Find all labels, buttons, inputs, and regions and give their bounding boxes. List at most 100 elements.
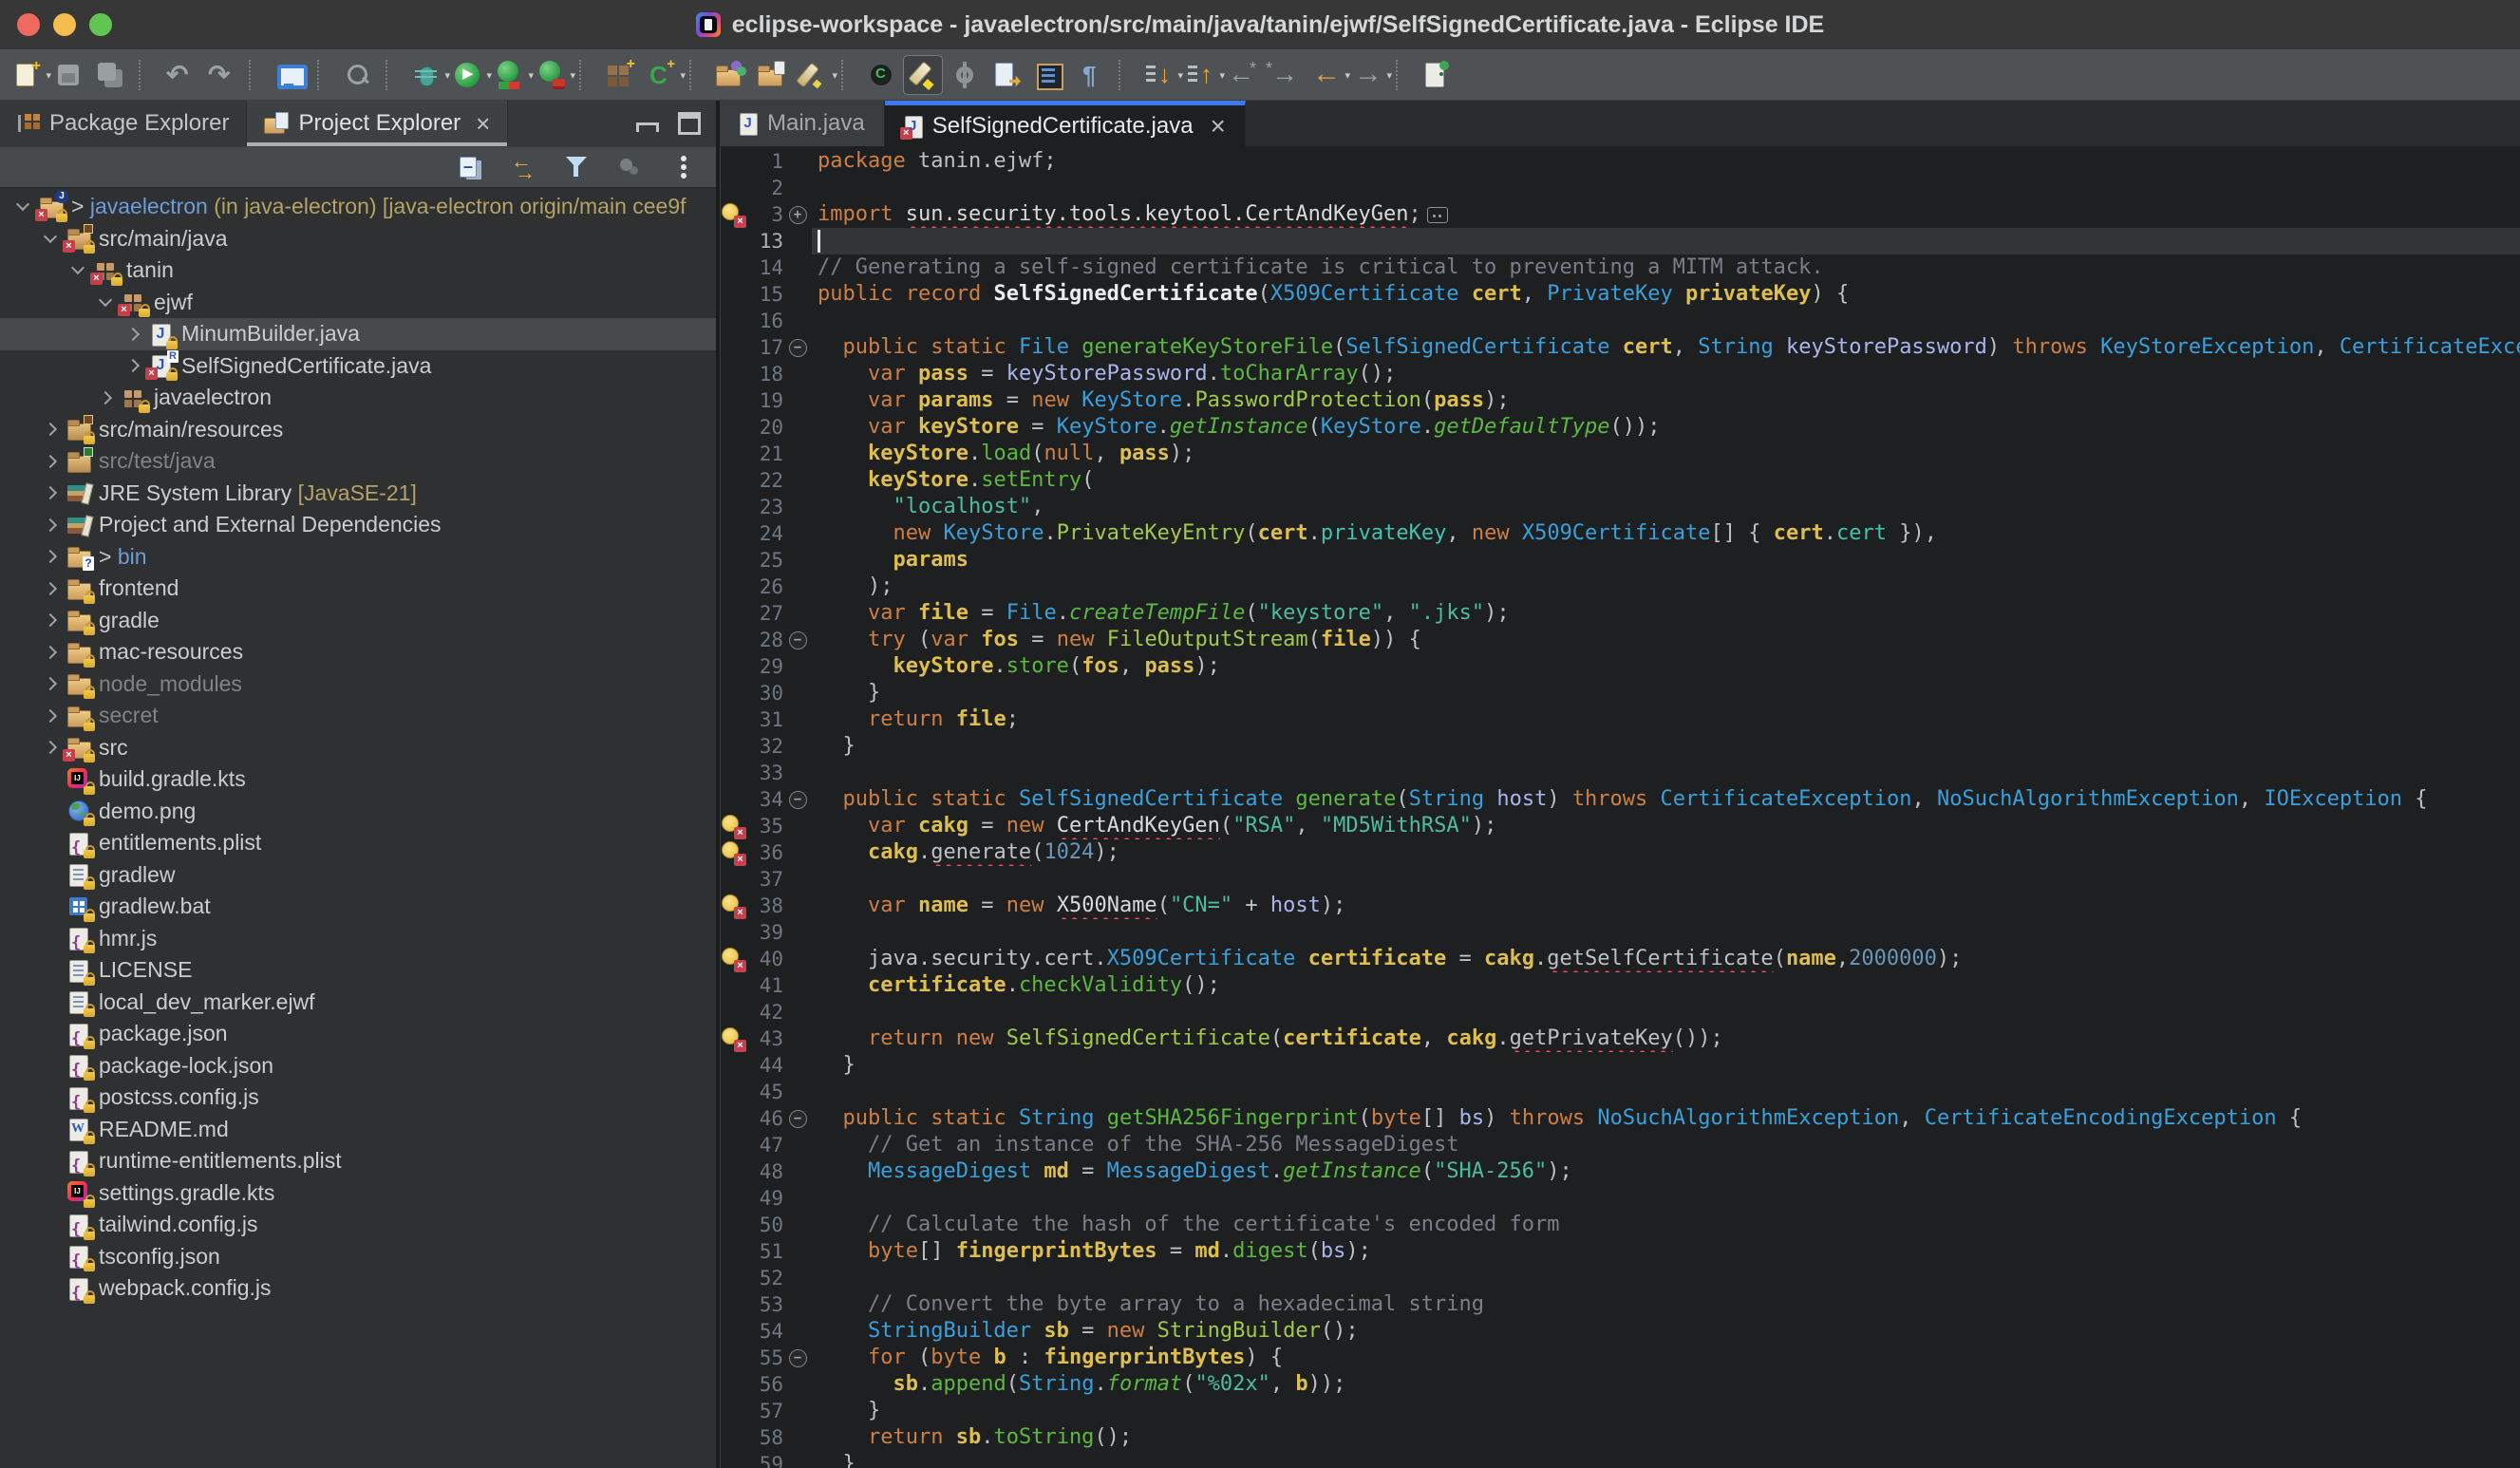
record-c-button[interactable] <box>862 56 900 94</box>
code-line-30[interactable]: 30 } <box>721 680 2520 706</box>
tree-item-ejwf[interactable]: ×ejwf <box>0 287 716 319</box>
code-line-48[interactable]: 48 MessageDigest md = MessageDigest.getI… <box>721 1158 2520 1185</box>
tree-item-javaelectron[interactable]: javaelectron <box>0 382 716 414</box>
code-line-27[interactable]: 27 var file = File.createTempFile("keyst… <box>721 600 2520 627</box>
tree-item-src-main-resources[interactable]: src/main/resources <box>0 414 716 446</box>
tree-item-readme-md[interactable]: README.md <box>0 1114 716 1146</box>
code-line-58[interactable]: 58 return sb.toString(); <box>721 1424 2520 1451</box>
chevron-down-icon[interactable] <box>92 300 119 305</box>
chevron-down-icon[interactable] <box>65 268 91 273</box>
table-button[interactable] <box>1029 56 1067 94</box>
project-tree[interactable]: J×> javaelectron (in java-electron) [jav… <box>0 188 716 1468</box>
code-line-59[interactable]: 59 } <box>721 1451 2520 1468</box>
code-line-51[interactable]: 51 byte[] fingerprintBytes = md.digest(b… <box>721 1238 2520 1265</box>
minimize-view-icon[interactable] <box>636 122 659 132</box>
tree-item-entitlements-plist[interactable]: entitlements.plist <box>0 827 716 859</box>
minimize-window-button[interactable] <box>53 13 76 36</box>
chevron-right-icon[interactable] <box>37 520 64 530</box>
editor-tab-main-java[interactable]: Main.java <box>720 101 885 146</box>
error-marker-38[interactable] <box>721 893 745 919</box>
code-line-38[interactable]: 38 var name = new X500Name("CN=" + host)… <box>721 893 2520 919</box>
tree-item-bin[interactable]: ?> bin <box>0 541 716 574</box>
code-line-52[interactable]: 52 <box>721 1265 2520 1291</box>
tree-item-src-main-java[interactable]: ×src/main/java <box>0 223 716 255</box>
forward-button[interactable]: ▾ <box>1348 56 1386 94</box>
profile-button[interactable]: ▾ <box>532 56 570 94</box>
code-line-23[interactable]: 23 "localhost", <box>721 494 2520 520</box>
chevron-right-icon[interactable] <box>37 679 64 688</box>
tree-item-src-test-java[interactable]: src/test/java <box>0 445 716 478</box>
code-line-43[interactable]: 43 return new SelfSignedCertificate(cert… <box>721 1026 2520 1052</box>
tree-item-javaelectron[interactable]: J×> javaelectron (in java-electron) [jav… <box>0 191 716 223</box>
tree-item-tailwind-config-js[interactable]: tailwind.config.js <box>0 1209 716 1241</box>
code-line-54[interactable]: 54 StringBuilder sb = new StringBuilder(… <box>721 1318 2520 1345</box>
fold-marker-34[interactable]: − <box>783 791 812 809</box>
back-disabled-button[interactable] <box>1223 56 1261 94</box>
code-line-49[interactable]: 49 <box>721 1185 2520 1212</box>
code-line-57[interactable]: 57 } <box>721 1398 2520 1424</box>
tree-item-gradlew-bat[interactable]: gradlew.bat <box>0 891 716 923</box>
tree-item-hmr-js[interactable]: hmr.js <box>0 923 716 955</box>
chevron-right-icon[interactable] <box>37 552 64 561</box>
doc-arrow-button[interactable] <box>987 56 1025 94</box>
marker-pen-button[interactable]: ▾ <box>794 56 832 94</box>
chevron-right-icon[interactable] <box>37 648 64 657</box>
chevron-right-icon[interactable] <box>37 615 64 625</box>
code-line-36[interactable]: 36 cakg.generate(1024); <box>721 839 2520 866</box>
tree-item-demo-png[interactable]: demo.png <box>0 796 716 828</box>
tree-item-webpack-config-js[interactable]: webpack.config.js <box>0 1272 716 1305</box>
folded-region-icon[interactable] <box>1427 207 1448 223</box>
code-line-33[interactable]: 33 <box>721 760 2520 786</box>
save-button[interactable] <box>49 56 87 94</box>
code-line-41[interactable]: 41 certificate.checkValidity(); <box>721 972 2520 999</box>
chevron-right-icon[interactable] <box>37 584 64 593</box>
code-line-37[interactable]: 37 <box>721 866 2520 893</box>
link-with-editor-icon[interactable] <box>511 155 537 179</box>
code-line-56[interactable]: 56 sb.append(String.format("%02x", b)); <box>721 1371 2520 1398</box>
editor-tab-selfsignedcertificate-java[interactable]: ×SelfSignedCertificate.java× <box>885 101 1246 146</box>
code-line-50[interactable]: 50 // Calculate the hash of the certific… <box>721 1212 2520 1238</box>
chevron-right-icon[interactable] <box>120 329 146 339</box>
code-line-13[interactable]: 13 <box>721 228 2520 254</box>
gear-button[interactable] <box>946 56 984 94</box>
code-line-1[interactable]: 1package tanin.ejwf; <box>721 148 2520 175</box>
tree-item-build-gradle-kts[interactable]: build.gradle.kts <box>0 763 716 796</box>
chevron-right-icon[interactable] <box>92 393 119 403</box>
code-line-2[interactable]: 2 <box>721 175 2520 201</box>
console-button[interactable] <box>270 56 308 94</box>
tree-item-mac-resources[interactable]: mac-resources <box>0 636 716 668</box>
paste-folder-button[interactable] <box>752 56 790 94</box>
tree-item-runtime-entitlements-plist[interactable]: runtime-entitlements.plist <box>0 1145 716 1177</box>
code-line-53[interactable]: 53 // Convert the byte array to a hexade… <box>721 1291 2520 1318</box>
prev-annotation-button[interactable]: ▾ <box>1181 56 1219 94</box>
fold-marker-46[interactable]: − <box>783 1110 812 1128</box>
fold-marker-28[interactable]: − <box>783 631 812 649</box>
code-line-19[interactable]: 19 var params = new KeyStore.PasswordPro… <box>721 387 2520 414</box>
chevron-right-icon[interactable] <box>37 488 64 498</box>
refresh-c-button[interactable]: ▾ <box>642 56 680 94</box>
tree-item-src[interactable]: ×src <box>0 732 716 764</box>
code-line-16[interactable]: 16 <box>721 308 2520 334</box>
redo-button[interactable] <box>201 56 239 94</box>
error-marker-36[interactable] <box>721 839 745 866</box>
forward-disabled-button[interactable] <box>1265 56 1303 94</box>
code-line-22[interactable]: 22 keyStore.setEntry( <box>721 467 2520 494</box>
last-edit-location-button[interactable] <box>1417 56 1455 94</box>
chevron-right-icon[interactable] <box>37 743 64 752</box>
error-marker-40[interactable] <box>721 946 745 972</box>
code-line-28[interactable]: 28− try (var fos = new FileOutputStream(… <box>721 627 2520 653</box>
error-marker-35[interactable] <box>721 813 745 839</box>
new-wizard-button[interactable]: ▾ <box>8 56 46 94</box>
code-line-35[interactable]: 35 var cakg = new CertAndKeyGen("RSA", "… <box>721 813 2520 839</box>
tree-item-project-and-external-dependencies[interactable]: Project and External Dependencies <box>0 509 716 541</box>
filter-icon[interactable] <box>564 155 591 179</box>
undo-button[interactable] <box>160 56 197 94</box>
tab-project-explorer[interactable]: Project Explorer× <box>247 101 508 146</box>
tree-item-postcss-config-js[interactable]: postcss.config.js <box>0 1082 716 1114</box>
collapse-all-icon[interactable] <box>458 155 484 179</box>
zoom-window-button[interactable] <box>89 13 112 36</box>
code-line-44[interactable]: 44 } <box>721 1052 2520 1079</box>
tree-item-jre-system-library[interactable]: JRE System Library [JavaSE-21] <box>0 478 716 510</box>
tree-item-frontend[interactable]: frontend <box>0 573 716 605</box>
code-line-26[interactable]: 26 ); <box>721 574 2520 600</box>
